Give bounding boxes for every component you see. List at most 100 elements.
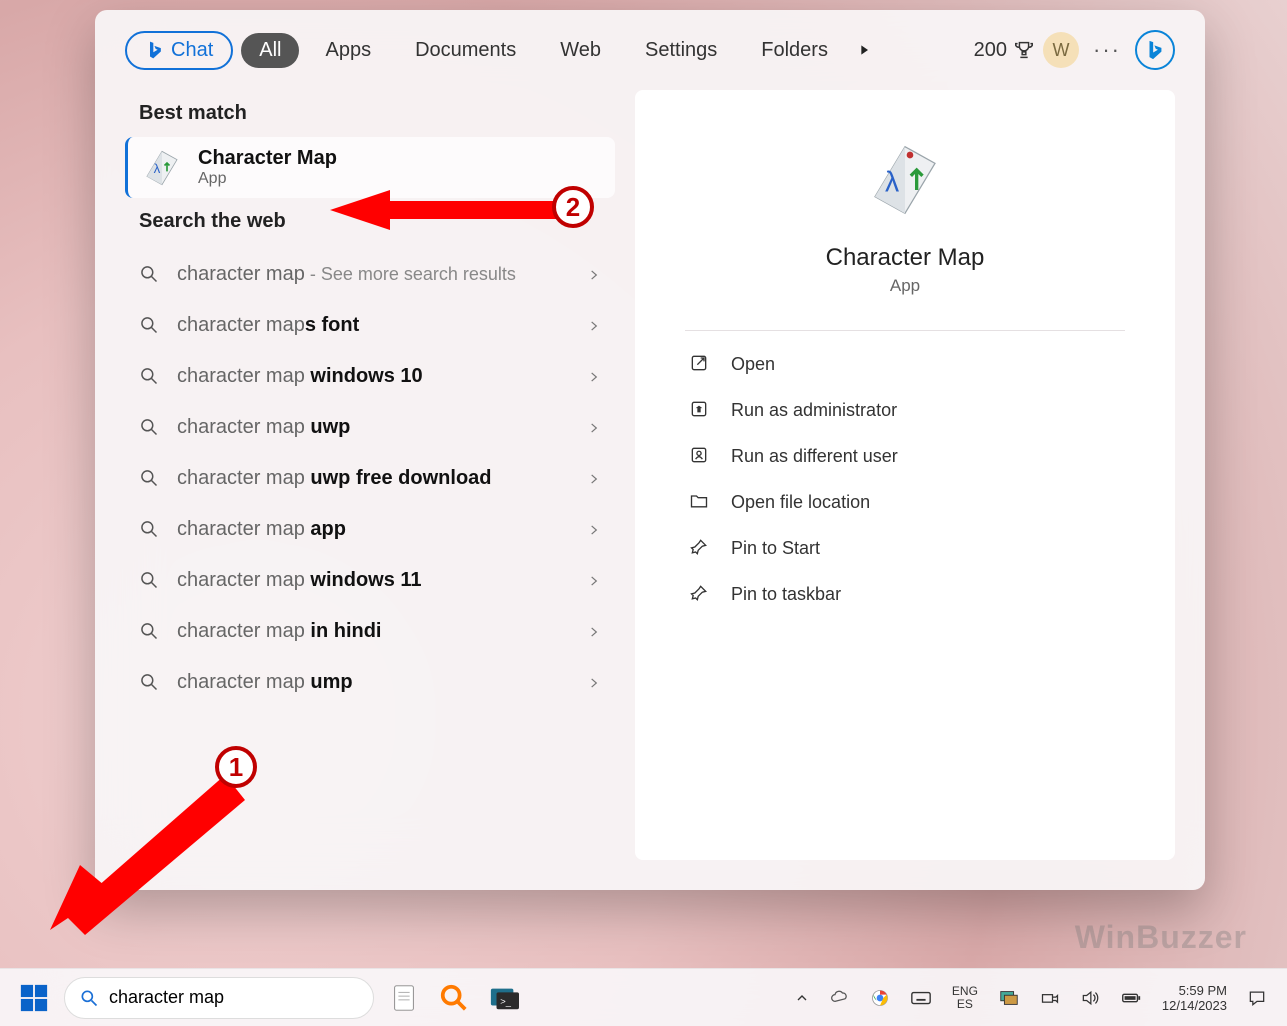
web-result-text: character map ump — [177, 671, 571, 694]
action-icon — [689, 445, 711, 467]
chevron-right-icon — [587, 421, 601, 435]
action-icon — [689, 491, 711, 513]
search-icon — [139, 264, 161, 286]
tray-chrome-icon[interactable] — [864, 978, 896, 1018]
tab-web[interactable]: Web — [542, 33, 619, 68]
rewards-points: 200 — [974, 39, 1007, 62]
tray-overflow[interactable] — [788, 978, 816, 1018]
chevron-right-icon — [587, 319, 601, 333]
tab-documents[interactable]: Documents — [397, 33, 534, 68]
web-result-text: character map windows 11 — [177, 569, 571, 592]
chevron-right-icon — [587, 625, 601, 639]
search-icon — [139, 417, 161, 439]
taskbar-app-notepad[interactable] — [384, 978, 424, 1018]
preview-divider — [685, 330, 1125, 331]
tray-onedrive-icon[interactable] — [824, 978, 856, 1018]
preview-action-item[interactable]: Run as administrator — [685, 387, 1125, 433]
tray-keyboard-icon[interactable] — [904, 978, 938, 1018]
chevron-right-icon — [587, 574, 601, 588]
action-label: Pin to Start — [731, 538, 820, 559]
trophy-icon — [1013, 39, 1035, 61]
preview-pane: λ Character Map App Open Run as administr… — [635, 90, 1175, 860]
web-result-item[interactable]: character map in hindi — [125, 606, 615, 657]
charmap-icon: λ — [142, 148, 182, 188]
web-result-item[interactable]: character map uwp free download — [125, 453, 615, 504]
action-icon — [689, 353, 711, 375]
windows-icon — [19, 983, 49, 1013]
svg-text:λ: λ — [154, 161, 161, 176]
chat-tab-label: Chat — [171, 39, 213, 62]
preview-action-item[interactable]: Open file location — [685, 479, 1125, 525]
tray-notifications-icon[interactable] — [1241, 978, 1273, 1018]
svg-text:λ: λ — [885, 167, 899, 199]
search-icon — [139, 621, 161, 643]
best-match-header: Best match — [125, 90, 615, 137]
preview-title: Character Map — [826, 244, 985, 272]
web-result-item[interactable]: character map windows 11 — [125, 555, 615, 606]
tray-language[interactable]: ENG ES — [946, 978, 984, 1018]
search-icon — [79, 988, 99, 1008]
action-icon — [689, 399, 711, 421]
preview-action-item[interactable]: Pin to taskbar — [685, 571, 1125, 617]
web-result-text: character map in hindi — [177, 620, 571, 643]
start-button[interactable] — [14, 978, 54, 1018]
web-result-text: character map - See more search results — [177, 263, 571, 286]
preview-action-item[interactable]: Pin to Start — [685, 525, 1125, 571]
preview-actions: Open Run as administrator Run as different… — [685, 341, 1125, 617]
tray-network-icon[interactable] — [1034, 978, 1066, 1018]
search-icon — [139, 468, 161, 490]
best-match-title: Character Map — [198, 147, 337, 170]
taskbar-app-everything[interactable] — [434, 978, 474, 1018]
best-match-subtitle: App — [198, 170, 337, 188]
web-result-text: character map uwp — [177, 416, 571, 439]
action-label: Run as administrator — [731, 400, 897, 421]
search-icon — [139, 570, 161, 592]
bing-button[interactable] — [1135, 30, 1175, 70]
bing-icon — [145, 40, 165, 60]
chevron-right-icon — [587, 472, 601, 486]
web-results-list: character map - See more search results c… — [125, 249, 615, 708]
chevron-right-icon — [587, 268, 601, 282]
chevron-right-icon — [587, 676, 601, 690]
menu-ellipsis[interactable]: ··· — [1087, 37, 1127, 63]
rewards-chip[interactable]: 200 — [974, 39, 1035, 62]
search-web-header: Search the web — [125, 198, 615, 245]
tab-folders[interactable]: Folders — [743, 33, 846, 68]
web-result-text: character map app — [177, 518, 571, 541]
results-column: Best match λ Character Map App Search th… — [125, 90, 615, 860]
user-avatar[interactable]: W — [1043, 32, 1079, 68]
tab-apps[interactable]: Apps — [307, 33, 389, 68]
more-tabs-button[interactable] — [854, 40, 874, 60]
search-icon — [139, 315, 161, 337]
web-result-item[interactable]: character map windows 10 — [125, 351, 615, 402]
search-icon — [139, 519, 161, 541]
tab-settings[interactable]: Settings — [627, 33, 735, 68]
tab-all[interactable]: All — [241, 33, 299, 68]
preview-action-item[interactable]: Open — [685, 341, 1125, 387]
search-body: Best match λ Character Map App Search th… — [95, 90, 1205, 890]
preview-subtitle: App — [890, 276, 920, 296]
best-match-item[interactable]: λ Character Map App — [125, 137, 615, 198]
web-result-item[interactable]: character maps font — [125, 300, 615, 351]
tray-clock[interactable]: 5:59 PM 12/14/2023 — [1156, 978, 1233, 1018]
web-result-item[interactable]: character map ump — [125, 657, 615, 708]
chat-tab[interactable]: Chat — [125, 31, 233, 70]
action-label: Pin to taskbar — [731, 584, 841, 605]
taskbar-app-terminal[interactable]: >_ — [484, 978, 524, 1018]
preview-icon: λ — [865, 140, 945, 220]
preview-action-item[interactable]: Run as different user — [685, 433, 1125, 479]
tray-display-icon[interactable] — [992, 978, 1026, 1018]
chevron-right-icon — [587, 370, 601, 384]
taskbar-search[interactable] — [64, 977, 374, 1019]
action-label: Run as different user — [731, 446, 898, 467]
action-label: Open file location — [731, 492, 870, 513]
taskbar: >_ ENG ES 5:59 PM 12/14/2023 — [0, 968, 1287, 1026]
action-icon — [689, 537, 711, 559]
tray-battery-icon[interactable] — [1114, 978, 1148, 1018]
web-result-item[interactable]: character map - See more search results — [125, 249, 615, 300]
web-result-item[interactable]: character map uwp — [125, 402, 615, 453]
tray-volume-icon[interactable] — [1074, 978, 1106, 1018]
web-result-item[interactable]: character map app — [125, 504, 615, 555]
taskbar-search-input[interactable] — [109, 987, 359, 1008]
web-result-text: character map windows 10 — [177, 365, 571, 388]
